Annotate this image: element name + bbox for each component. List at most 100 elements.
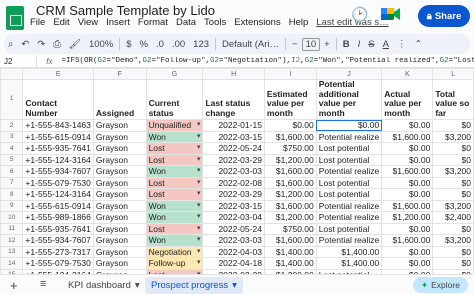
currency-format-button[interactable]: $ [122,39,135,50]
column-header-g[interactable]: G [145,68,204,80]
row-number[interactable]: 1 [0,79,24,120]
cell-tot[interactable]: $0 [432,245,474,258]
cell-phone[interactable]: +1-555-935-7641 [22,142,94,155]
dropdown-arrow-icon[interactable]: ▾ [197,132,201,140]
row-number[interactable]: 14 [0,257,24,270]
cell-act[interactable]: $0.00 [381,245,434,258]
header-cell[interactable]: Assigned [92,79,147,120]
header-cell[interactable]: Estimated value per month [263,79,317,120]
cell-est[interactable]: $0.00 [263,119,317,132]
cell-phone[interactable]: +1-555-615-0914 [22,199,94,212]
dropdown-arrow-icon[interactable]: ▾ [197,247,201,255]
history-icon[interactable]: 🕑 [351,6,368,23]
cell-pot[interactable]: Lost potential [315,222,383,235]
cell-act[interactable]: $0.00 [381,222,434,235]
cell-who[interactable]: Grayson [92,130,147,143]
menu-data[interactable]: Data [176,17,196,28]
formula-input[interactable]: =IFS(OR(G2="Demo",G2="Follow-up",G2="Neg… [61,57,474,65]
cell-act[interactable]: $0.00 [381,153,434,166]
paint-format-icon[interactable]: 🖌︎ [65,39,85,50]
sheets-logo-icon[interactable] [6,6,24,30]
row-number[interactable]: 10 [0,211,24,224]
row-number[interactable]: 6 [0,165,24,178]
cell-tot[interactable]: $0 [432,188,474,201]
cell-tot[interactable]: $3,200 [432,234,474,247]
add-sheet-button[interactable]: + [10,278,18,293]
explore-button[interactable]: ✦ Explore [413,277,468,293]
italic-button[interactable]: I [354,39,365,50]
cell-date[interactable]: 2022-05-24 [202,222,265,235]
cell-phone[interactable]: +1-555-079-7530 [22,257,94,270]
cell-who[interactable]: Grayson [92,257,147,270]
cell-phone[interactable]: +1-555-273-7317 [22,245,94,258]
column-header-i[interactable]: I [263,68,317,80]
cell-est[interactable]: $1,600.00 [263,199,317,212]
cell-est[interactable]: $1,200.00 [263,188,317,201]
cell-est[interactable]: $1,600.00 [263,176,317,189]
cell-act[interactable]: $1,600.00 [381,234,434,247]
cell-who[interactable]: Grayson [92,165,147,178]
cell-pot[interactable]: Potential realize [315,211,383,224]
number-format-button[interactable]: 123 [189,39,213,50]
cell-est[interactable]: $1,600.00 [263,234,317,247]
row-number[interactable]: 11 [0,222,24,235]
cell-pot[interactable]: $1,400.00 [315,245,383,258]
cell-est[interactable]: $750.00 [263,142,317,155]
share-button[interactable]: 🔒︎ Share [418,5,470,27]
status-cell[interactable]: Lost ▾ [145,142,204,155]
cell-pot[interactable]: Lost potential [315,188,383,201]
cell-tot[interactable]: $0 [432,176,474,189]
header-cell[interactable]: Total value so far [432,79,474,120]
cell-tot[interactable]: $2,400 [432,211,474,224]
column-header-j[interactable]: J [315,68,383,80]
header-cell[interactable]: Last status change [202,79,265,120]
cell-phone[interactable]: +1-555-124-3164 [22,153,94,166]
cell-date[interactable]: 2022-05-24 [202,142,265,155]
collapse-toolbar-icon[interactable]: ⌃ [410,39,426,50]
status-cell[interactable]: Won ▾ [145,234,204,247]
dropdown-arrow-icon[interactable]: ▾ [197,201,201,209]
redo-icon[interactable]: ↷ [33,39,49,50]
cell-pot[interactable]: Potential realize [315,234,383,247]
status-cell[interactable]: Unqualified ▾ [145,119,204,132]
text-color-button[interactable]: A [379,39,393,50]
font-size-increase-icon[interactable]: + [320,39,334,50]
dropdown-arrow-icon[interactable]: ▾ [197,166,201,174]
dropdown-arrow-icon[interactable]: ▾ [197,143,201,151]
cell-phone[interactable]: +1-555-934-7607 [22,165,94,178]
menu-edit[interactable]: Edit [53,17,69,28]
cell-tot[interactable]: $0 [432,257,474,270]
cell-pot[interactable]: Lost potential [315,142,383,155]
row-number[interactable]: 8 [0,188,24,201]
cell-date[interactable]: 2022-03-15 [202,130,265,143]
menus-search-icon[interactable]: ⌕ [4,39,17,50]
cell-tot[interactable]: $0 [432,222,474,235]
name-box[interactable]: J2 [0,55,38,67]
cell-phone[interactable]: +1-555-124-3164 [22,188,94,201]
cell-pot[interactable]: Lost potential [315,176,383,189]
cell-who[interactable]: Grayson [92,188,147,201]
row-number[interactable]: 5 [0,153,24,166]
cell-phone[interactable]: +1-555-934-7607 [22,234,94,247]
cell-date[interactable]: 2022-04-18 [202,257,265,270]
print-icon[interactable]: ⎙ [49,39,65,50]
cell-who[interactable]: Grayson [92,176,147,189]
status-cell[interactable]: Lost ▾ [145,222,204,235]
cell-phone[interactable]: +1-555-615-0914 [22,130,94,143]
cell-est[interactable]: $1,600.00 [263,130,317,143]
row-number[interactable]: 4 [0,142,24,155]
cell-est[interactable]: $1,400.00 [263,245,317,258]
all-sheets-button[interactable]: ≡ [40,278,46,290]
status-cell[interactable]: Won ▾ [145,199,204,212]
cell-tot[interactable]: $3,200 [432,130,474,143]
cell-pot[interactable]: Potential realize [315,199,383,212]
font-size-input[interactable]: 10 [301,37,321,51]
dropdown-arrow-icon[interactable]: ▾ [197,178,201,186]
cell-pot[interactable]: $1,400.00 [315,257,383,270]
cell-who[interactable]: Grayson [92,245,147,258]
menu-extensions[interactable]: Extensions [234,17,280,28]
cell-phone[interactable]: +1-555-079-7530 [22,176,94,189]
strikethrough-button[interactable]: S [364,39,378,50]
cell-date[interactable]: 2022-03-15 [202,199,265,212]
menu-help[interactable]: Help [289,17,309,28]
